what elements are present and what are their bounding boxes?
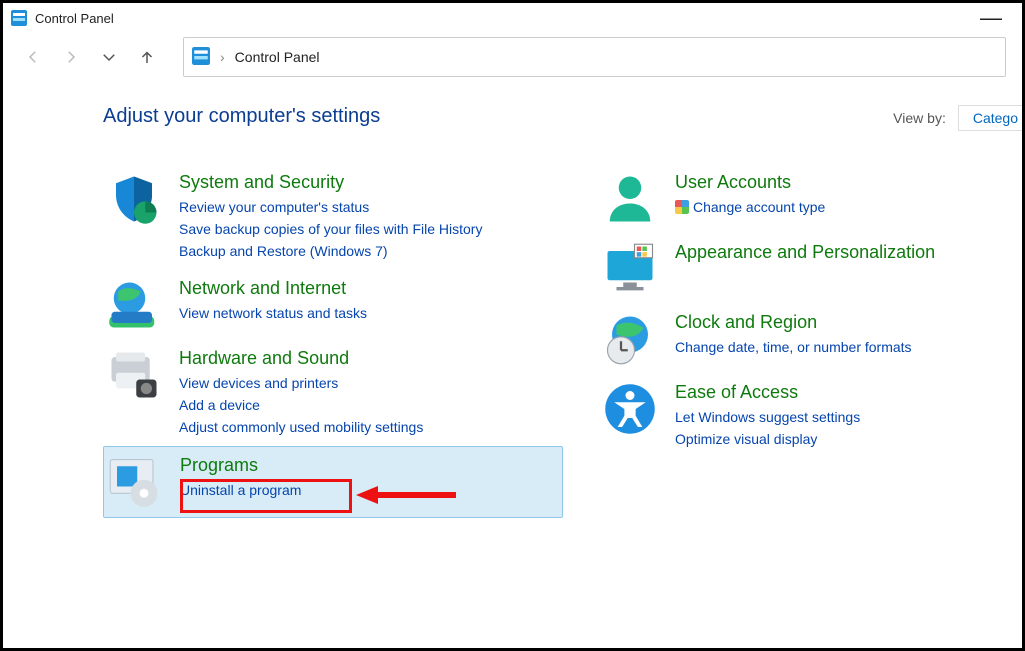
link-mobility-settings[interactable]: Adjust commonly used mobility settings: [179, 416, 559, 438]
category-hardware-sound[interactable]: Hardware and Sound View devices and prin…: [103, 340, 563, 446]
back-button[interactable]: [19, 43, 47, 71]
nav-row: › Control Panel: [3, 33, 1022, 81]
link-backup-restore[interactable]: Backup and Restore (Windows 7): [179, 240, 559, 262]
programs-icon: [108, 455, 162, 509]
forward-button[interactable]: [57, 43, 85, 71]
column-left: System and Security Review your computer…: [103, 164, 563, 518]
globe-icon: [107, 278, 161, 332]
link-change-account-type[interactable]: Change account type: [675, 196, 1025, 218]
category-network-internet[interactable]: Network and Internet View network status…: [103, 270, 563, 340]
category-clock-region[interactable]: Clock and Region Change date, time, or n…: [599, 304, 1025, 374]
control-panel-icon: [192, 47, 210, 68]
link-uninstall-program[interactable]: Uninstall a program: [180, 479, 558, 501]
category-appearance-personalization[interactable]: Appearance and Personalization: [599, 234, 1025, 304]
view-by-value[interactable]: Catego: [958, 105, 1022, 131]
content-area: Adjust your computer's settings View by:…: [3, 81, 1022, 518]
user-icon: [603, 172, 657, 226]
shield-icon: [107, 172, 161, 226]
window-title: Control Panel: [35, 11, 114, 26]
link-review-status[interactable]: Review your computer's status: [179, 196, 559, 218]
link-network-status[interactable]: View network status and tasks: [179, 302, 559, 324]
titlebar: Control Panel —: [3, 3, 1022, 33]
recent-locations-button[interactable]: [95, 43, 123, 71]
monitor-icon: [603, 242, 657, 296]
link-add-device[interactable]: Add a device: [179, 394, 559, 416]
link-devices-printers[interactable]: View devices and printers: [179, 372, 559, 394]
category-user-accounts[interactable]: User Accounts Change account type: [599, 164, 1025, 234]
chevron-right-icon: ›: [220, 49, 225, 65]
printer-camera-icon: [107, 348, 161, 402]
address-bar[interactable]: › Control Panel: [183, 37, 1006, 77]
link-date-time-formats[interactable]: Change date, time, or number formats: [675, 336, 1025, 358]
category-programs[interactable]: Programs Uninstall a program: [103, 446, 563, 518]
link-optimize-display[interactable]: Optimize visual display: [675, 428, 1025, 450]
category-ease-of-access[interactable]: Ease of Access Let Windows suggest setti…: [599, 374, 1025, 458]
category-system-security[interactable]: System and Security Review your computer…: [103, 164, 563, 270]
category-title: Ease of Access: [675, 382, 1025, 402]
column-right: User Accounts Change account type Appear…: [599, 164, 1025, 518]
page-title: Adjust your computer's settings: [103, 105, 1022, 128]
window: Control Panel — › Control Panel Adjust y…: [0, 0, 1025, 651]
minimize-button[interactable]: —: [968, 13, 1014, 23]
view-by: View by: Catego: [893, 105, 1022, 131]
category-title: Programs: [180, 455, 558, 475]
breadcrumb-root[interactable]: Control Panel: [235, 49, 320, 65]
category-title: Hardware and Sound: [179, 348, 559, 368]
clock-globe-icon: [603, 312, 657, 366]
category-title: Network and Internet: [179, 278, 559, 298]
accessibility-icon: [603, 382, 657, 436]
category-title: Appearance and Personalization: [675, 242, 1025, 262]
view-by-label: View by:: [893, 110, 946, 126]
link-suggest-settings[interactable]: Let Windows suggest settings: [675, 406, 1025, 428]
category-title: Clock and Region: [675, 312, 1025, 332]
link-file-history[interactable]: Save backup copies of your files with Fi…: [179, 218, 559, 240]
up-button[interactable]: [133, 43, 161, 71]
category-columns: System and Security Review your computer…: [103, 164, 1022, 518]
category-title: User Accounts: [675, 172, 1025, 192]
control-panel-icon: [11, 10, 27, 26]
category-title: System and Security: [179, 172, 559, 192]
